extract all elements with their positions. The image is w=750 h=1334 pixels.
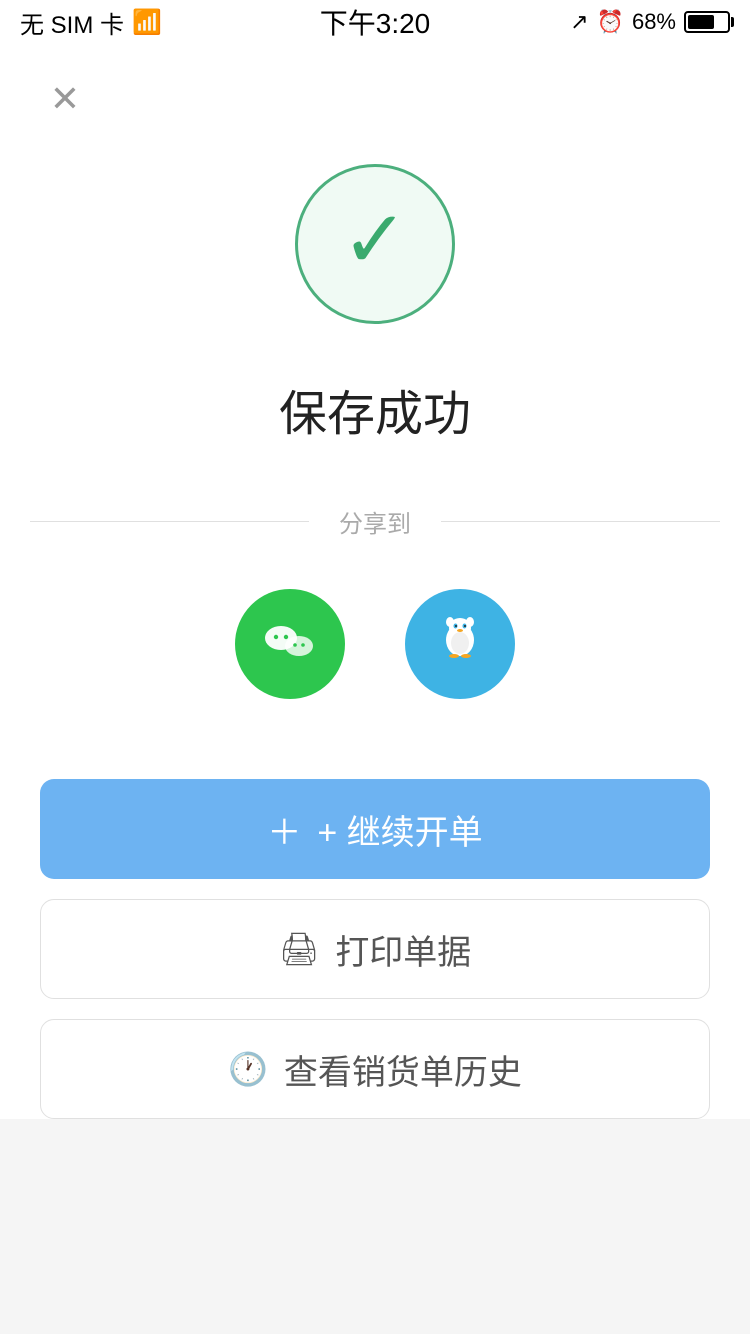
history-button[interactable]: 🕐 查看销货单历史 — [40, 1019, 710, 1119]
main-content: ✕ ✓ 保存成功 分享到 — [0, 44, 750, 1119]
print-button[interactable]: 🖨 打印单据 — [40, 899, 710, 999]
divider-right — [441, 521, 720, 522]
close-icon: ✕ — [50, 78, 80, 120]
close-button[interactable]: ✕ — [40, 74, 90, 124]
qq-share-button[interactable] — [405, 589, 515, 699]
checkmark-icon: ✓ — [341, 200, 408, 280]
success-circle: ✓ — [295, 164, 455, 324]
print-label: 打印单据 — [335, 925, 471, 974]
share-row — [235, 589, 515, 699]
plus-icon: ＋ — [267, 805, 301, 854]
share-divider: 分享到 — [0, 504, 750, 539]
status-time: 下午3:20 — [320, 2, 431, 42]
wechat-share-button[interactable] — [235, 589, 345, 699]
history-label: 查看销货单历史 — [284, 1045, 522, 1094]
alarm-icon: ⏰ — [597, 9, 624, 35]
battery-percent: 68% — [632, 9, 676, 35]
print-icon: 🖨 — [279, 930, 320, 968]
qq-icon — [428, 612, 492, 676]
divider-left — [30, 521, 309, 522]
continue-button[interactable]: ＋ + 继续开单 — [40, 779, 710, 879]
status-left: 无 SIM 卡 📶 — [20, 5, 162, 40]
battery-icon — [684, 11, 730, 33]
success-title: 保存成功 — [279, 374, 471, 444]
wifi-icon: 📶 — [132, 8, 162, 37]
sim-status: 无 SIM 卡 — [20, 5, 124, 40]
history-icon: 🕐 — [228, 1050, 268, 1088]
status-bar: 无 SIM 卡 📶 下午3:20 ↗ ⏰ 68% — [0, 0, 750, 44]
action-buttons: ＋ + 继续开单 🖨 打印单据 🕐 查看销货单历史 — [0, 779, 750, 1119]
status-right: ↗ ⏰ 68% — [570, 9, 730, 35]
location-icon: ↗ — [570, 9, 588, 35]
share-label: 分享到 — [339, 504, 411, 539]
wechat-icon — [258, 612, 322, 676]
continue-label: + 继续开单 — [317, 805, 482, 854]
